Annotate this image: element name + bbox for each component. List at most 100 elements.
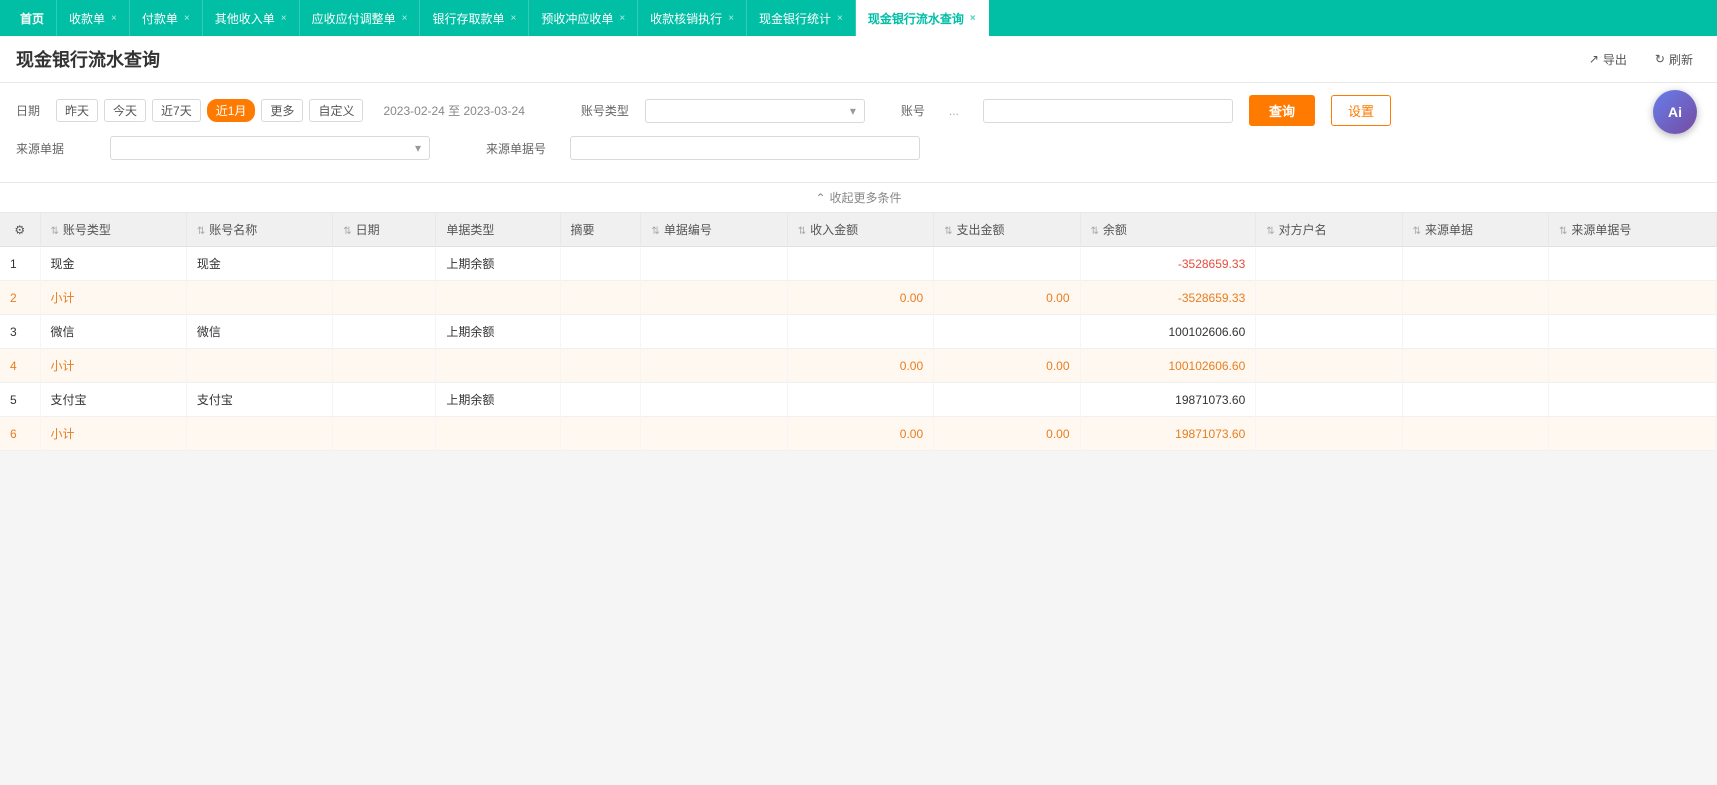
cell-doc-no — [641, 417, 787, 451]
nav-tab-hexiao[interactable]: 收款核销执行 × — [638, 0, 747, 36]
account-input[interactable] — [983, 99, 1233, 123]
account-type-label: 账号类型 — [581, 102, 629, 119]
cell-account-type: 小计 — [40, 349, 186, 383]
cell-balance: 100102606.60 — [1080, 315, 1256, 349]
close-icon[interactable]: × — [111, 13, 117, 24]
export-button[interactable]: ↗ 导出 — [1581, 47, 1635, 72]
collapse-bar[interactable]: ⌃ 收起更多条件 — [0, 183, 1717, 213]
close-icon[interactable]: × — [728, 13, 734, 24]
date-more[interactable]: 更多 — [261, 99, 303, 122]
col-counterpart[interactable]: ⇅对方户名 — [1256, 213, 1402, 247]
cell-balance: 19871073.60 — [1080, 417, 1256, 451]
nav-tab-fukuan[interactable]: 付款单 × — [130, 0, 203, 36]
cell-doc-type: 上期余额 — [436, 315, 560, 349]
cell-income — [787, 383, 933, 417]
cell-counterpart — [1256, 383, 1402, 417]
date-last1m[interactable]: 近1月 — [207, 99, 256, 122]
cell-counterpart — [1256, 349, 1402, 383]
filter-row-date: 日期 昨天 今天 近7天 近1月 更多 自定义 2023-02-24 至 202… — [16, 95, 1701, 126]
settings-button[interactable]: 设置 — [1331, 95, 1391, 126]
nav-tab-shoukuan[interactable]: 收款单 × — [57, 0, 130, 36]
col-expense[interactable]: ⇅支出金额 — [934, 213, 1080, 247]
table-row: 3 微信 微信 上期余额 100102606.60 — [0, 315, 1717, 349]
col-account-name[interactable]: ⇅账号名称 — [186, 213, 332, 247]
close-icon[interactable]: × — [402, 13, 408, 24]
close-icon[interactable]: × — [281, 13, 287, 24]
close-icon[interactable]: × — [510, 13, 516, 24]
col-date[interactable]: ⇅日期 — [333, 213, 436, 247]
cell-counterpart — [1256, 417, 1402, 451]
col-doc-type[interactable]: 单据类型 — [436, 213, 560, 247]
col-income[interactable]: ⇅收入金额 — [787, 213, 933, 247]
cell-date — [333, 281, 436, 315]
chevron-down-icon: ▾ — [415, 141, 421, 155]
col-source-doc[interactable]: ⇅来源单据 — [1402, 213, 1548, 247]
cell-doc-type: 上期余额 — [436, 383, 560, 417]
cell-source-doc — [1402, 349, 1548, 383]
cell-income: 0.00 — [787, 349, 933, 383]
cell-expense: 0.00 — [934, 417, 1080, 451]
col-summary[interactable]: 摘要 — [560, 213, 641, 247]
cell-doc-no — [641, 383, 787, 417]
account-type-select[interactable]: ▾ — [645, 99, 865, 123]
export-icon: ↗ — [1589, 52, 1599, 66]
cell-balance: -3528659.33 — [1080, 247, 1256, 281]
close-icon[interactable]: × — [184, 13, 190, 24]
col-settings[interactable]: ⚙ — [0, 213, 40, 247]
cell-doc-no — [641, 247, 787, 281]
query-button[interactable]: 查询 — [1249, 95, 1315, 126]
cell-account-name — [186, 417, 332, 451]
nav-tab-tongji[interactable]: 现金银行统计 × — [747, 0, 856, 36]
cell-doc-no — [641, 315, 787, 349]
date-yesterday[interactable]: 昨天 — [56, 99, 98, 122]
cell-account-name — [186, 281, 332, 315]
account-dots[interactable]: ... — [941, 100, 967, 122]
cell-account-name: 支付宝 — [186, 383, 332, 417]
nav-tab-yinhang[interactable]: 银行存取款单 × — [420, 0, 529, 36]
ai-assistant-button[interactable]: Ai — [1653, 90, 1697, 134]
data-table: ⚙ ⇅账号类型 ⇅账号名称 ⇅日期 单据类型 摘要 ⇅单据编号 ⇅收入金额 ⇅支… — [0, 213, 1717, 451]
close-icon[interactable]: × — [619, 13, 625, 24]
col-source-doc-no[interactable]: ⇅来源单据号 — [1548, 213, 1716, 247]
col-account-type[interactable]: ⇅账号类型 — [40, 213, 186, 247]
table-row: 2 小计 0.00 0.00 -3528659.33 — [0, 281, 1717, 315]
cell-source-doc-no — [1548, 417, 1716, 451]
date-today[interactable]: 今天 — [104, 99, 146, 122]
nav-home[interactable]: 首页 — [8, 0, 57, 36]
cell-summary — [560, 281, 641, 315]
table-row: 4 小计 0.00 0.00 100102606.60 — [0, 349, 1717, 383]
table-body: 1 现金 现金 上期余额 -3528659.33 2 小计 0.00 0.00 … — [0, 247, 1717, 451]
cell-summary — [560, 349, 641, 383]
nav-tab-qita[interactable]: 其他收入单 × — [203, 0, 300, 36]
close-icon[interactable]: × — [837, 13, 843, 24]
source-doc-select[interactable]: ▾ — [110, 136, 430, 160]
date-last7[interactable]: 近7天 — [152, 99, 201, 122]
cell-source-doc-no — [1548, 383, 1716, 417]
cell-source-doc-no — [1548, 349, 1716, 383]
nav-tab-liushui[interactable]: 现金银行流水查询 × — [856, 0, 989, 36]
cell-source-doc — [1402, 281, 1548, 315]
col-doc-no[interactable]: ⇅单据编号 — [641, 213, 787, 247]
table-container: ⚙ ⇅账号类型 ⇅账号名称 ⇅日期 单据类型 摘要 ⇅单据编号 ⇅收入金额 ⇅支… — [0, 213, 1717, 451]
close-icon[interactable]: × — [970, 13, 976, 24]
cell-source-doc — [1402, 315, 1548, 349]
cell-doc-type — [436, 349, 560, 383]
cell-summary — [560, 315, 641, 349]
cell-balance: -3528659.33 — [1080, 281, 1256, 315]
cell-row-num: 4 — [0, 349, 40, 383]
cell-row-num: 6 — [0, 417, 40, 451]
source-doc-no-input[interactable] — [570, 136, 920, 160]
cell-counterpart — [1256, 281, 1402, 315]
refresh-button[interactable]: ↻ 刷新 — [1647, 47, 1701, 72]
table-row: 1 现金 现金 上期余额 -3528659.33 — [0, 247, 1717, 281]
cell-row-num: 5 — [0, 383, 40, 417]
date-range: 2023-02-24 至 2023-03-24 — [383, 102, 524, 119]
cell-summary — [560, 417, 641, 451]
header-actions: ↗ 导出 ↻ 刷新 — [1581, 47, 1701, 72]
nav-tab-yushou[interactable]: 预收冲应收单 × — [529, 0, 638, 36]
cell-doc-type — [436, 281, 560, 315]
cell-balance: 19871073.60 — [1080, 383, 1256, 417]
nav-tab-yingshou[interactable]: 应收应付调整单 × — [300, 0, 421, 36]
date-custom[interactable]: 自定义 — [309, 99, 363, 122]
col-balance[interactable]: ⇅余额 — [1080, 213, 1256, 247]
